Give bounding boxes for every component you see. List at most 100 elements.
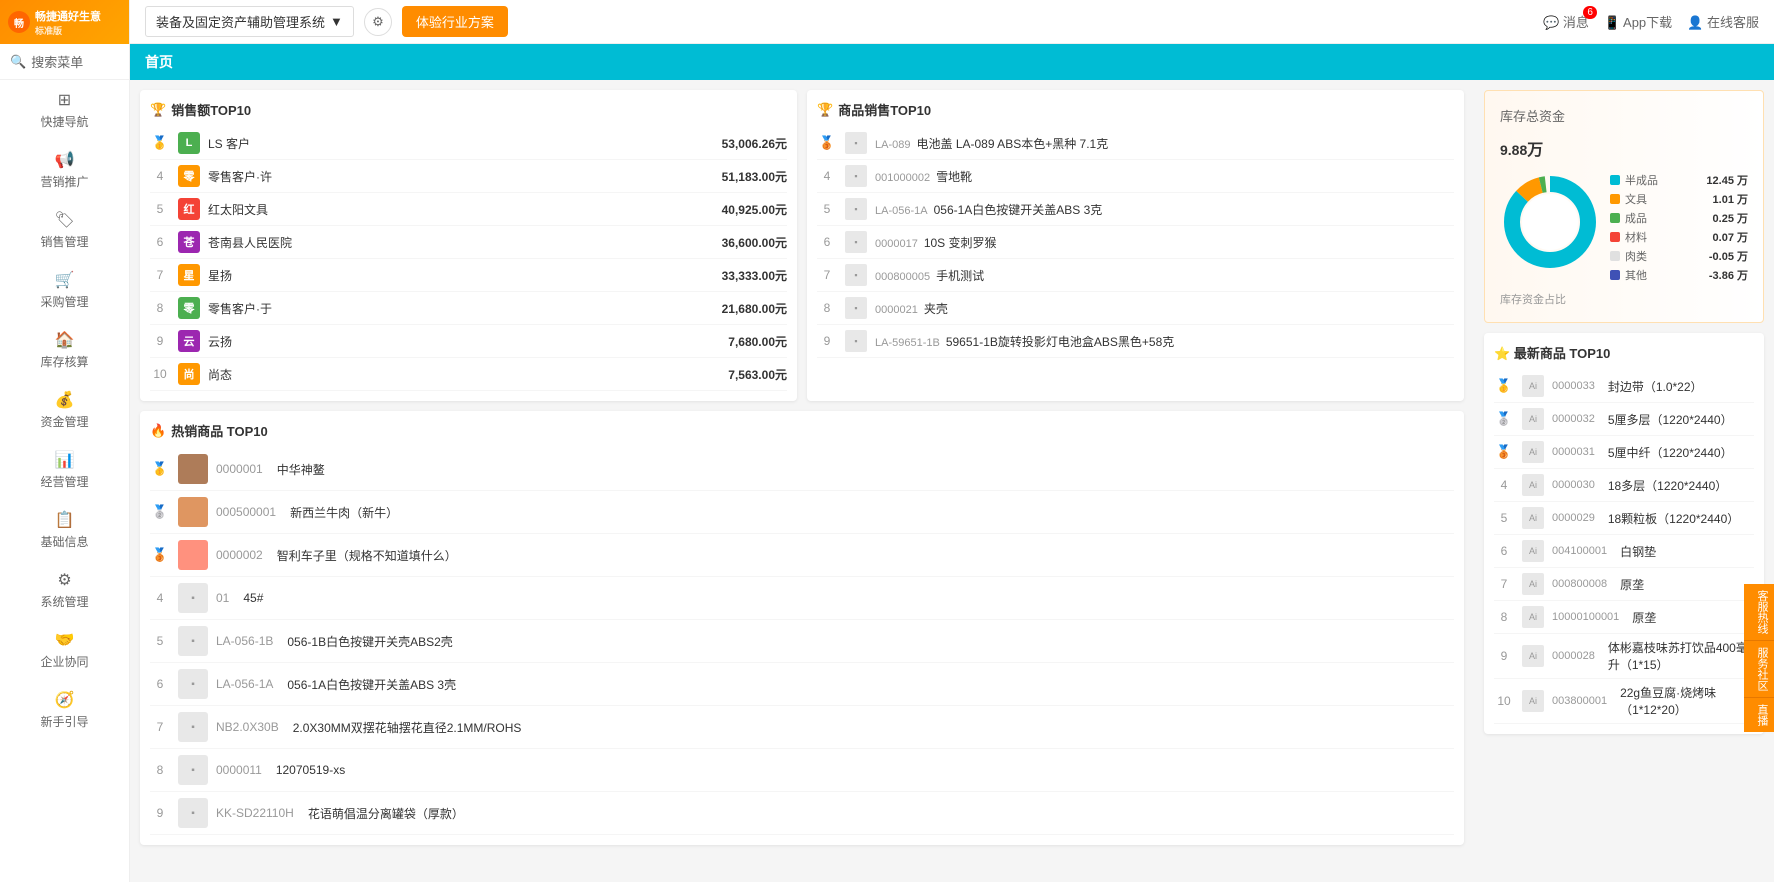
- legend-item: 材料0.07 万: [1610, 229, 1748, 245]
- newest-product-code: 0000031: [1552, 446, 1595, 458]
- hot-product-name: 056-1B白色按键开关壳ABS2壳: [287, 633, 452, 650]
- system-selector[interactable]: 装备及固定资产辅助管理系统 ▼: [145, 6, 354, 37]
- hot-product-item: 4▪0145#: [150, 577, 1454, 620]
- hot-product-item: 🥇0000001中华神鳌: [150, 448, 1454, 491]
- search-label: 搜索菜单: [31, 52, 83, 71]
- legend-item: 其他-3.86 万: [1610, 267, 1748, 283]
- product-name: 056-1A白色按键开关盖ABS 3克: [934, 203, 1103, 217]
- newest-product-item: 7Ai000800008原垄: [1494, 568, 1754, 601]
- customer-avatar: 苍: [178, 231, 200, 253]
- finance-label: 资金管理: [40, 413, 88, 430]
- legend-color: [1610, 232, 1620, 242]
- product-thumb: ▪: [845, 330, 867, 352]
- hot-product-code: 0000011: [216, 763, 262, 777]
- sidebar-item-sales[interactable]: 🏷 销售管理: [0, 200, 129, 260]
- trial-button[interactable]: 体验行业方案: [402, 6, 508, 37]
- sidebar-item-operation[interactable]: 📊 经营管理: [0, 440, 129, 500]
- guide-label: 新手引导: [40, 713, 88, 730]
- customer-value: 51,183.00元: [722, 168, 787, 185]
- live-stream-button[interactable]: 直播: [1744, 698, 1774, 732]
- customer-avatar: L: [178, 132, 200, 154]
- hot-product-name: 056-1A白色按键开关盖ABS 3壳: [287, 676, 456, 693]
- newest-thumb: Ai: [1522, 441, 1544, 463]
- app-download-button[interactable]: 📱 App下载: [1604, 12, 1672, 31]
- sales-icon: 🏷: [54, 210, 74, 230]
- hot-product-item: 6▪LA-056-1A056-1A白色按键开关盖ABS 3壳: [150, 663, 1454, 706]
- newest-product-code: 0000028: [1552, 650, 1595, 662]
- service-community-button[interactable]: 服务社区: [1744, 641, 1774, 698]
- rank-medal: 5: [150, 202, 170, 216]
- product-code: LA-056-1A: [875, 205, 928, 217]
- customer-value: 36,600.00元: [722, 234, 787, 251]
- product-info: 0000021夹壳: [875, 300, 1454, 317]
- newest-product-code: 0000030: [1552, 479, 1595, 491]
- hot-product-thumb: [178, 454, 208, 484]
- marketing-icon: 📢: [55, 150, 75, 170]
- newest-rank-medal: 6: [1494, 544, 1514, 558]
- newest-product-item: 🥉Ai00000315厘中纤（1220*2440）: [1494, 436, 1754, 469]
- newest-product-code: 0000029: [1552, 512, 1595, 524]
- guide-icon: 🧭: [55, 690, 75, 710]
- newest-product-code: 10000100001: [1552, 611, 1619, 623]
- newest-thumb: Ai: [1522, 375, 1544, 397]
- online-service-label: 在线客服: [1707, 15, 1759, 30]
- sidebar-item-basic[interactable]: 📋 基础信息: [0, 500, 129, 560]
- hot-products-list: 🥇0000001中华神鳌🥈000500001新西兰牛肉（新牛）🥉0000002智…: [150, 448, 1454, 835]
- basic-label: 基础信息: [40, 533, 88, 550]
- sidebar-item-system[interactable]: ⚙ 系统管理: [0, 560, 129, 620]
- sidebar-item-purchase[interactable]: 🛒 采购管理: [0, 260, 129, 320]
- newest-thumb: Ai: [1522, 690, 1544, 712]
- customer-rank-item: 🥇LLS 客户53,006.26元: [150, 127, 787, 160]
- newest-product-code: 0000032: [1552, 413, 1595, 425]
- product-name: 雪地靴: [936, 170, 972, 184]
- customer-rank-item: 5红红太阳文具40,925.00元: [150, 193, 787, 226]
- ranking-row: 🏆 销售额TOP10 🥇LLS 客户53,006.26元4零零售客户·许51,1…: [140, 90, 1464, 401]
- product-code: 001000002: [875, 172, 930, 184]
- message-button[interactable]: 💬 消息 6: [1543, 12, 1589, 31]
- customer-service-button[interactable]: 客服热线: [1744, 584, 1774, 641]
- customer-rank-item: 6苍苍南县人民医院36,600.00元: [150, 226, 787, 259]
- product-name: 电池盖 LA-089 ABS本色+黑种 7.1克: [916, 137, 1108, 151]
- product-info: LA-056-1A 056-1A白色按键开关盖ABS 3克: [875, 201, 1454, 218]
- purchase-label: 采购管理: [40, 293, 88, 310]
- gear-button[interactable]: ⚙: [364, 8, 392, 36]
- hot-product-thumb: ▪: [178, 755, 208, 785]
- sidebar-item-collab[interactable]: 🤝 企业协同: [0, 620, 129, 680]
- product-code: 0000021: [875, 304, 918, 316]
- newest-product-name: 5厘中纤（1220*2440）: [1608, 444, 1754, 461]
- sidebar-item-inventory[interactable]: 🏠 库存核算: [0, 320, 129, 380]
- product-rank-list: 🥉▪LA-089电池盖 LA-089 ABS本色+黑种 7.1克4▪001000…: [817, 127, 1454, 358]
- online-service-button[interactable]: 👤 在线客服: [1687, 12, 1759, 31]
- hot-product-thumb: ▪: [178, 669, 208, 699]
- hot-rank-medal: 🥈: [150, 504, 170, 520]
- search-menu[interactable]: 🔍 搜索菜单: [0, 44, 129, 80]
- operation-icon: 📊: [55, 450, 75, 470]
- fixed-buttons: 客服热线 服务社区 直播: [1744, 584, 1774, 732]
- customer-value: 53,006.26元: [722, 135, 787, 152]
- newest-rank-medal: 4: [1494, 478, 1514, 492]
- legend-label: 半成品: [1625, 172, 1701, 188]
- newest-product-code: 000800008: [1552, 578, 1607, 590]
- rank-medal: 7: [150, 268, 170, 282]
- product-thumb: ▪: [845, 297, 867, 319]
- logo: 畅 畅捷通好生意 标准版: [0, 0, 129, 44]
- search-icon: 🔍: [10, 54, 26, 70]
- product-rank-item: 9▪LA-59651-1B59651-1B旋转投影灯电池盒ABS黑色+58克: [817, 325, 1454, 358]
- sidebar-item-finance[interactable]: 💰 资金管理: [0, 380, 129, 440]
- hot-rank-medal: 🥉: [150, 547, 170, 563]
- newest-product-item: 10Ai00380000122g鱼豆腐·烧烤味（1*12*20）: [1494, 679, 1754, 724]
- legend-value: 0.25 万: [1713, 210, 1748, 226]
- product-code: 0000017: [875, 238, 918, 250]
- home-label[interactable]: 首页: [145, 52, 173, 72]
- customer-avatar: 红: [178, 198, 200, 220]
- newest-title: ⭐ 最新商品 TOP10: [1494, 343, 1754, 362]
- customer-rank-item: 8零零售客户·于21,680.00元: [150, 292, 787, 325]
- sidebar: 畅 畅捷通好生意 标准版 🔍 搜索菜单 ⊞ 快捷导航 📢 营销推广 🏷 销售管理…: [0, 0, 130, 882]
- sidebar-item-quicknav[interactable]: ⊞ 快捷导航: [0, 80, 129, 140]
- legend-value: -3.86 万: [1709, 267, 1748, 283]
- hot-rank-medal: 6: [150, 677, 170, 691]
- product-rank-item: 4▪001000002雪地靴: [817, 160, 1454, 193]
- sidebar-item-marketing[interactable]: 📢 营销推广: [0, 140, 129, 200]
- sidebar-item-guide[interactable]: 🧭 新手引导: [0, 680, 129, 740]
- newest-thumb: Ai: [1522, 507, 1544, 529]
